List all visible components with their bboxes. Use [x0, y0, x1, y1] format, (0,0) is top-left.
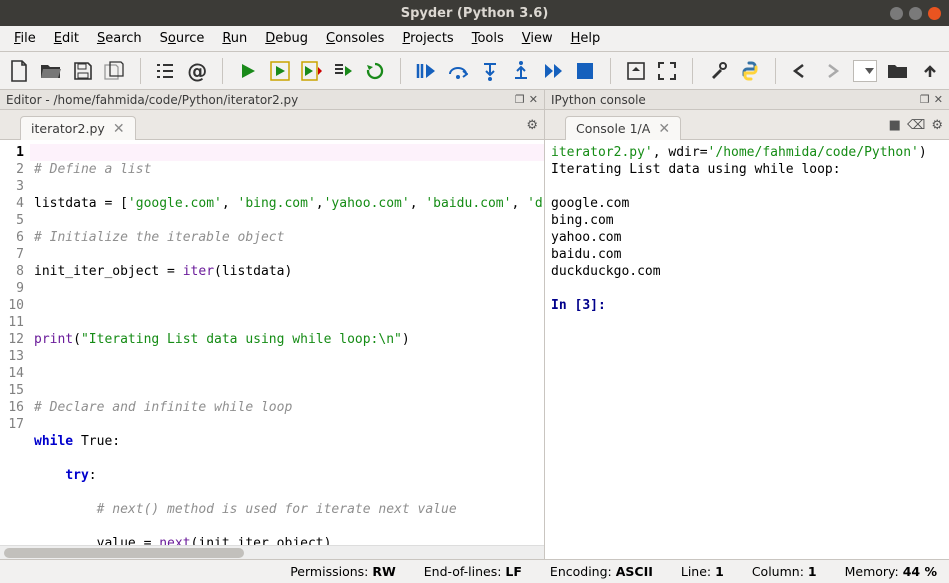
back-icon[interactable] [790, 59, 812, 83]
outline-icon[interactable] [155, 59, 177, 83]
stop-debug-icon[interactable] [574, 59, 596, 83]
close-window-button[interactable] [928, 7, 941, 20]
step-out-icon[interactable] [510, 59, 532, 83]
menu-projects[interactable]: Projects [394, 28, 461, 49]
editor-options-icon[interactable]: ⚙ [526, 118, 538, 133]
menu-bar: File Edit Search Source Run Debug Consol… [0, 26, 949, 52]
console-pane-header: IPython console ❐ ✕ [545, 90, 949, 110]
window-title: Spyder (Python 3.6) [8, 6, 941, 21]
run-selection-icon[interactable] [333, 59, 355, 83]
scrollbar-thumb[interactable] [4, 548, 244, 558]
status-eol: End-of-lines: LF [424, 564, 522, 579]
main-toolbar: @ [0, 52, 949, 90]
browse-dir-icon[interactable] [887, 59, 909, 83]
rerun-icon[interactable] [364, 59, 386, 83]
python-path-icon[interactable] [739, 59, 761, 83]
menu-consoles[interactable]: Consoles [318, 28, 392, 49]
code-editor[interactable]: 1 2 3 4 5 6 7 8 9 10 11 12 13 14 15 16 1 [0, 140, 544, 545]
menu-tools[interactable]: Tools [464, 28, 512, 49]
continue-icon[interactable] [542, 59, 564, 83]
editor-tabbar: iterator2.py ✕ ⚙ [0, 110, 544, 140]
run-icon[interactable] [237, 59, 259, 83]
console-close-icon[interactable]: ✕ [934, 93, 943, 106]
editor-tab-label: iterator2.py [31, 121, 105, 136]
window-controls [890, 7, 941, 20]
maximize-button[interactable] [909, 7, 922, 20]
save-all-icon[interactable] [104, 59, 126, 83]
console-restore-icon[interactable]: ❐ [920, 93, 930, 106]
debug-play-icon[interactable] [415, 59, 437, 83]
new-file-icon[interactable] [8, 59, 30, 83]
console-clear-icon[interactable]: ⌫ [907, 118, 925, 133]
status-encoding: Encoding: ASCII [550, 564, 653, 579]
minimize-button[interactable] [890, 7, 903, 20]
console-pane-title: IPython console [551, 93, 920, 107]
menu-run[interactable]: Run [214, 28, 255, 49]
menu-debug[interactable]: Debug [257, 28, 316, 49]
editor-pane-title: Editor - /home/fahmida/code/Python/itera… [6, 93, 515, 107]
window-titlebar: Spyder (Python 3.6) [0, 0, 949, 26]
save-icon[interactable] [72, 59, 94, 83]
editor-tab-close-icon[interactable]: ✕ [113, 123, 125, 135]
editor-restore-icon[interactable]: ❐ [515, 93, 525, 106]
status-permissions: Permissions: RW [290, 564, 396, 579]
line-number-gutter: 1 2 3 4 5 6 7 8 9 10 11 12 13 14 15 16 1 [0, 140, 30, 545]
editor-pane: Editor - /home/fahmida/code/Python/itera… [0, 90, 545, 559]
at-icon[interactable]: @ [186, 59, 208, 83]
step-over-icon[interactable] [447, 59, 469, 83]
status-column: Column: 1 [752, 564, 817, 579]
menu-edit[interactable]: Edit [46, 28, 87, 49]
menu-file[interactable]: File [6, 28, 44, 49]
menu-help[interactable]: Help [563, 28, 609, 49]
main-split: Editor - /home/fahmida/code/Python/itera… [0, 90, 949, 559]
run-cell-icon[interactable] [269, 59, 291, 83]
console-options-icon[interactable]: ⚙ [931, 118, 943, 133]
status-memory: Memory: 44 % [845, 564, 937, 579]
run-cell-advance-icon[interactable] [301, 59, 323, 83]
open-file-icon[interactable] [40, 59, 62, 83]
console-tabbar: Console 1/A ✕ ■ ⌫ ⚙ [545, 110, 949, 140]
fullscreen-icon[interactable] [657, 59, 679, 83]
menu-search[interactable]: Search [89, 28, 150, 49]
forward-icon[interactable] [822, 59, 844, 83]
console-tab-close-icon[interactable]: ✕ [658, 123, 670, 135]
status-bar: Permissions: RW End-of-lines: LF Encodin… [0, 559, 949, 583]
maximize-pane-icon[interactable] [625, 59, 647, 83]
menu-view[interactable]: View [514, 28, 561, 49]
console-tab[interactable]: Console 1/A ✕ [565, 116, 681, 140]
parent-dir-icon[interactable] [919, 59, 941, 83]
preferences-icon[interactable] [707, 59, 729, 83]
editor-h-scrollbar[interactable] [0, 545, 544, 559]
console-output[interactable]: iterator2.py', wdir='/home/fahmida/code/… [545, 140, 949, 559]
menu-source[interactable]: Source [152, 28, 213, 49]
console-tab-label: Console 1/A [576, 121, 650, 136]
editor-tab[interactable]: iterator2.py ✕ [20, 116, 136, 140]
status-line: Line: 1 [681, 564, 724, 579]
editor-pane-header: Editor - /home/fahmida/code/Python/itera… [0, 90, 544, 110]
console-pane: IPython console ❐ ✕ Console 1/A ✕ ■ ⌫ ⚙ … [545, 90, 949, 559]
console-stop-icon[interactable]: ■ [889, 118, 901, 133]
code-content[interactable]: # Define a list listdata = ['google.com'… [30, 140, 543, 545]
step-into-icon[interactable] [479, 59, 501, 83]
editor-close-icon[interactable]: ✕ [529, 93, 538, 106]
working-dir-combo[interactable] [853, 60, 877, 82]
